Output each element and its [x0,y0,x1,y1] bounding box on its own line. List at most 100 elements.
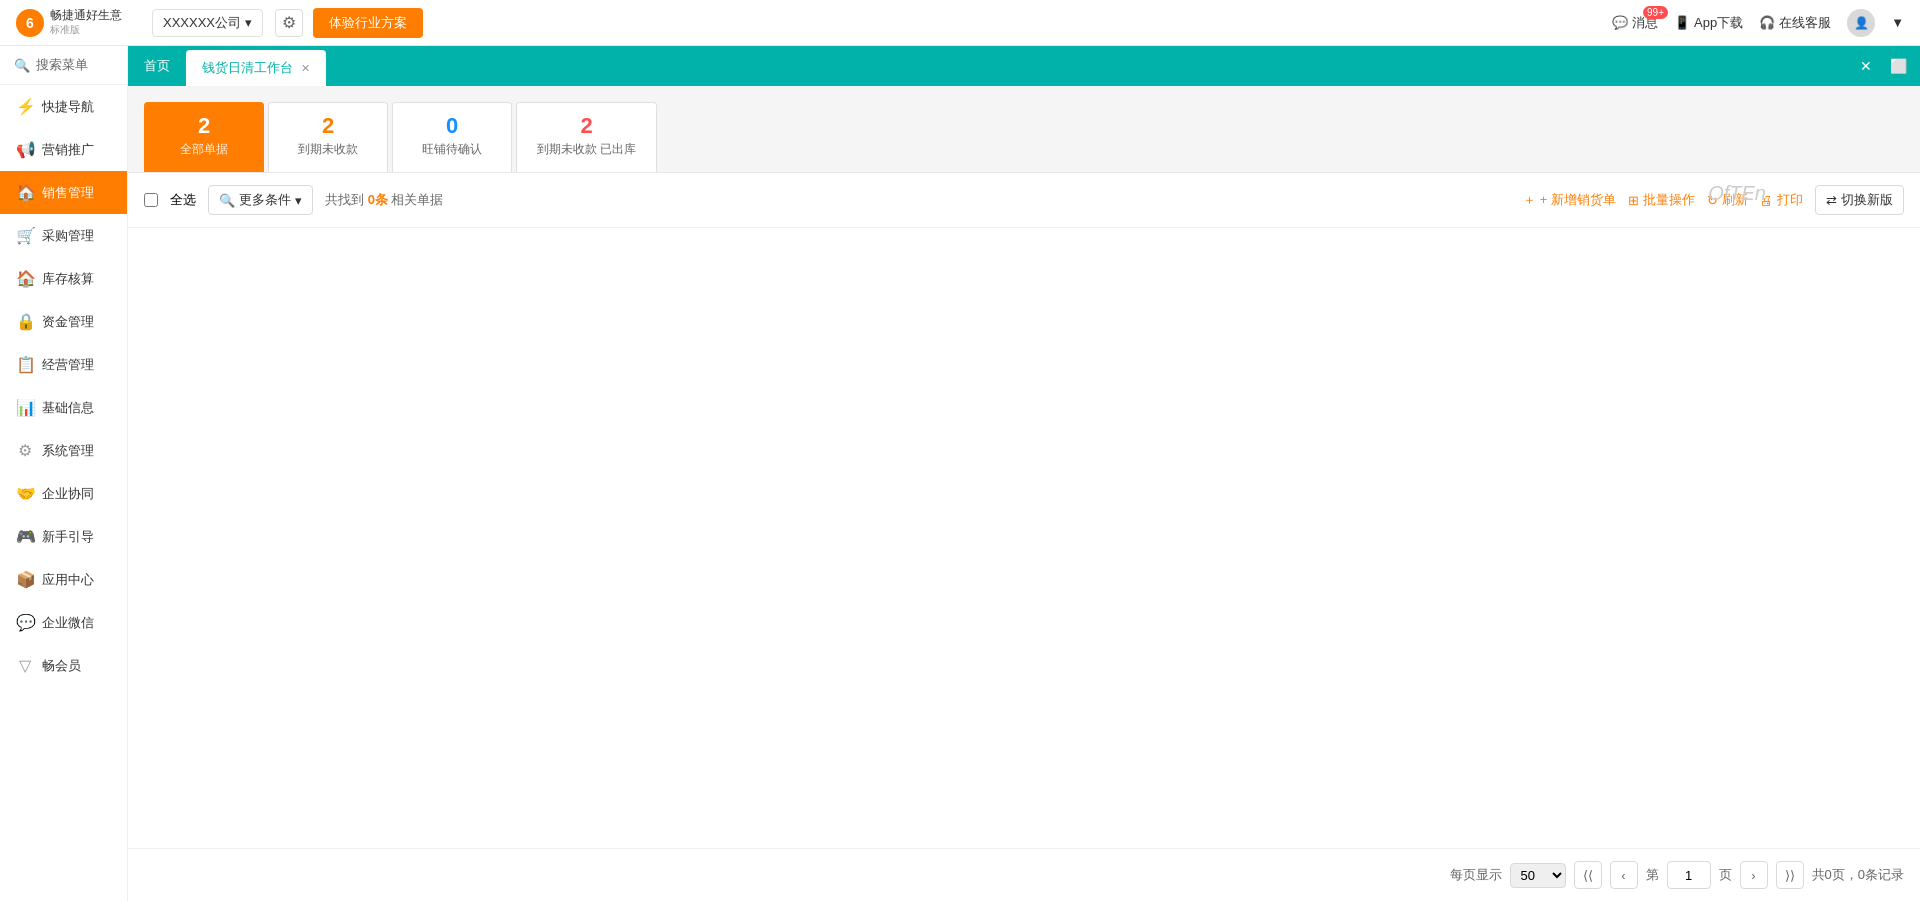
per-page-select[interactable]: 50 100 [1510,863,1566,888]
tab-work[interactable]: 钱货日清工作台 ✕ [186,50,326,86]
avatar-icon: 👤 [1854,16,1869,30]
user-name[interactable]: ▼ [1891,15,1904,30]
sidebar-label-wechat: 企业微信 [42,614,94,632]
close-icon[interactable]: ✕ [301,62,310,75]
tab-home-label: 首页 [144,57,170,75]
found-suffix: 相关单据 [391,192,443,207]
logo-area: 6 畅捷通好生意 标准版 [16,8,144,38]
message-badge: 99+ [1643,6,1668,19]
download-icon: 📱 [1674,15,1690,30]
sidebar-item-app-center[interactable]: 📦 应用中心 [0,558,127,601]
sidebar-item-finance[interactable]: 🔒 资金管理 [0,300,127,343]
sidebar-item-quick-nav[interactable]: ⚡ 快捷导航 [0,85,127,128]
sidebar-item-inventory[interactable]: 🏠 库存核算 [0,257,127,300]
tab-maximize-button[interactable]: ⬜ [1884,52,1912,80]
avatar[interactable]: 👤 [1847,9,1875,37]
stat-num-wangpu: 0 [413,113,491,139]
logo-name: 畅捷通好生意 [50,8,122,24]
tab-bar: 首页 钱货日清工作台 ✕ ✕ ⬜ [128,46,1920,86]
add-icon: ＋ [1523,191,1536,209]
tab-home[interactable]: 首页 [128,46,186,86]
purchase-icon: 🛒 [16,226,34,245]
batch-icon: ⊞ [1628,193,1639,208]
app-download-button[interactable]: 📱 App下载 [1674,14,1743,32]
sidebar-item-guide[interactable]: 🎮 新手引导 [0,515,127,558]
message-button[interactable]: 💬 消息 99+ [1612,14,1658,32]
add-label: + 新增销货单 [1540,191,1616,209]
tab-bar-actions: ✕ ⬜ [1852,52,1920,80]
sidebar-item-purchase[interactable]: 🛒 采购管理 [0,214,127,257]
first-page-button[interactable]: ⟨⟨ [1574,861,1602,889]
sidebar-item-marketing[interactable]: 📢 营销推广 [0,128,127,171]
settings-button[interactable]: ⚙ [275,9,303,37]
refresh-button[interactable]: ↻ 刷新 [1707,191,1748,209]
stat-label-overdue: 到期未收款 [289,141,367,158]
select-all-label: 全选 [170,191,196,209]
refresh-label: 刷新 [1722,191,1748,209]
filter-label: 更多条件 [239,191,291,209]
service-label: 在线客服 [1779,14,1831,32]
header-center: ⚙ 体验行业方案 [275,8,1612,38]
sidebar-label-system: 系统管理 [42,442,94,460]
wechat-icon: 💬 [16,613,34,632]
stat-tab-wangpu[interactable]: 0 旺铺待确认 [392,102,512,172]
page-text: 第 [1646,866,1659,884]
print-button[interactable]: 🖨 打印 [1760,191,1803,209]
marketing-icon: 📢 [16,140,34,159]
main-content: 2 全部单据 2 到期未收款 0 旺铺待确认 2 到期未收款 已出库 全选 🔍 … [128,86,1920,901]
sidebar-item-sales[interactable]: 🏠 销售管理 [0,171,127,214]
stat-tab-shipped[interactable]: 2 到期未收款 已出库 [516,102,657,172]
stat-tab-all[interactable]: 2 全部单据 [144,102,264,172]
sidebar-item-basic[interactable]: 📊 基础信息 [0,386,127,429]
add-sale-button[interactable]: ＋ + 新增销货单 [1523,191,1616,209]
stat-label-all: 全部单据 [165,141,243,158]
sidebar-item-system[interactable]: ⚙ 系统管理 [0,429,127,472]
trial-button[interactable]: 体验行业方案 [313,8,423,38]
stats-tabs: 2 全部单据 2 到期未收款 0 旺铺待确认 2 到期未收款 已出库 [128,86,1920,173]
sidebar-label-member: 畅会员 [42,657,81,675]
top-header: 6 畅捷通好生意 标准版 XXXXXX公司 ▾ ⚙ 体验行业方案 💬 消息 99… [0,0,1920,46]
logo-sub: 标准版 [50,23,122,37]
sidebar-label-operation: 经营管理 [42,356,94,374]
sidebar-item-wechat[interactable]: 💬 企业微信 [0,601,127,644]
filter-button[interactable]: 🔍 更多条件 ▾ [208,185,313,215]
sidebar-label-basic: 基础信息 [42,399,94,417]
print-label: 打印 [1777,191,1803,209]
stat-tab-overdue[interactable]: 2 到期未收款 [268,102,388,172]
select-all-checkbox[interactable] [144,193,158,207]
inventory-icon: 🏠 [16,269,34,288]
search-menu-label: 搜索菜单 [36,56,88,74]
switch-button[interactable]: ⇄ 切换新版 [1815,185,1904,215]
operation-icon: 📋 [16,355,34,374]
sidebar-item-member[interactable]: ▽ 畅会员 [0,644,127,687]
logo-icon: 6 [16,9,44,37]
sidebar-label-purchase: 采购管理 [42,227,94,245]
prev-page-button[interactable]: ‹ [1610,861,1638,889]
basic-icon: 📊 [16,398,34,417]
batch-button[interactable]: ⊞ 批量操作 [1628,191,1695,209]
sidebar-item-cooperation[interactable]: 🤝 企业协同 [0,472,127,515]
sales-icon: 🏠 [16,183,34,202]
tab-work-label: 钱货日清工作台 [202,59,293,77]
quick-nav-icon: ⚡ [16,97,34,116]
page-text2: 页 [1719,866,1732,884]
page-input[interactable] [1667,861,1711,889]
print-icon: 🖨 [1760,193,1773,208]
sidebar: 🔍 搜索菜单 ⚡ 快捷导航 📢 营销推广 🏠 销售管理 🛒 采购管理 🏠 库存核… [0,46,128,901]
sidebar-label-sales: 销售管理 [42,184,94,202]
found-prefix: 共找到 [325,192,364,207]
company-name: XXXXXX公司 [163,14,241,32]
sidebar-label-quick-nav: 快捷导航 [42,98,94,116]
next-page-button[interactable]: › [1740,861,1768,889]
stat-num-shipped: 2 [537,113,636,139]
tab-close-button[interactable]: ✕ [1852,52,1880,80]
switch-label: 切换新版 [1841,191,1893,209]
company-selector[interactable]: XXXXXX公司 ▾ [152,9,263,37]
sidebar-item-operation[interactable]: 📋 经营管理 [0,343,127,386]
last-page-button[interactable]: ⟩⟩ [1776,861,1804,889]
search-menu-button[interactable]: 🔍 搜索菜单 [0,46,127,85]
online-service-button[interactable]: 🎧 在线客服 [1759,14,1831,32]
app-center-icon: 📦 [16,570,34,589]
guide-icon: 🎮 [16,527,34,546]
stat-label-shipped: 到期未收款 已出库 [537,141,636,158]
